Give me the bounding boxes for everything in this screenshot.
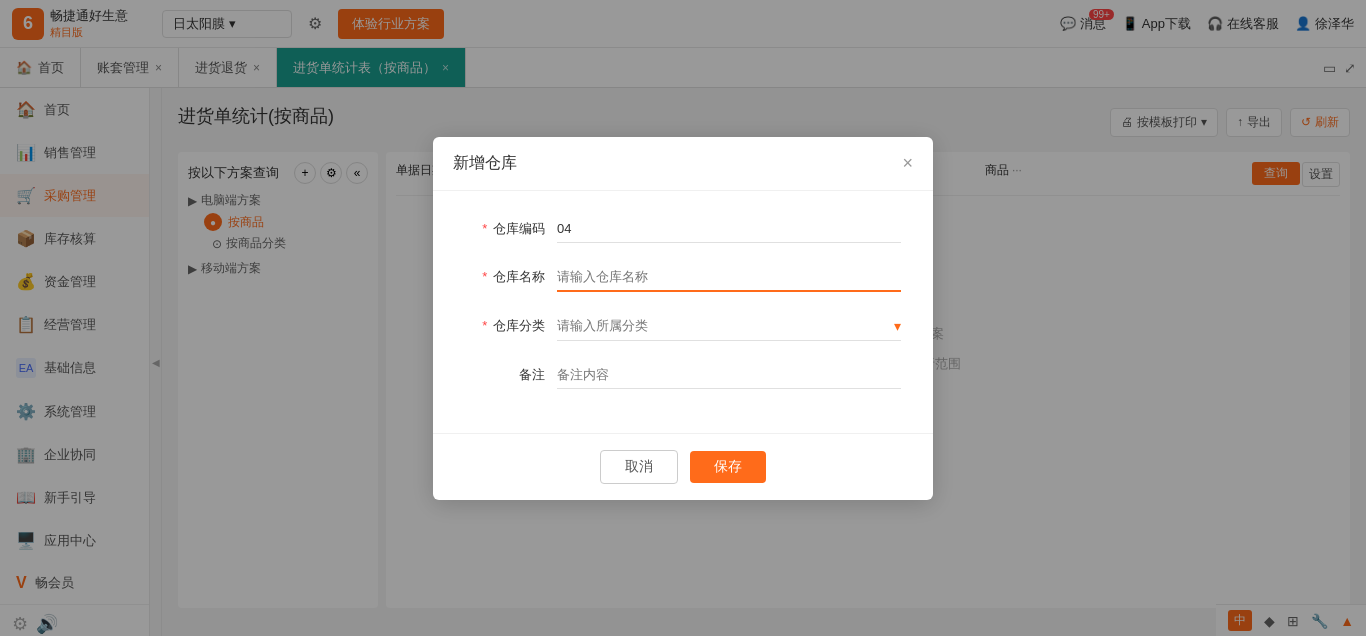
select-arrow-icon: ▾ bbox=[894, 318, 901, 334]
remark-label: 备注 bbox=[465, 366, 545, 384]
code-label: * 仓库编码 bbox=[465, 220, 545, 238]
save-button[interactable]: 保存 bbox=[690, 451, 766, 483]
new-warehouse-dialog: 新增仓库 × * 仓库编码 * 仓库名称 bbox=[433, 137, 933, 500]
dialog-header: 新增仓库 × bbox=[433, 137, 933, 191]
form-row-code: * 仓库编码 bbox=[465, 215, 901, 243]
dialog-overlay: 新增仓库 × * 仓库编码 * 仓库名称 bbox=[0, 0, 1366, 636]
name-label: * 仓库名称 bbox=[465, 268, 545, 286]
cancel-button[interactable]: 取消 bbox=[600, 450, 678, 484]
form-row-category: * 仓库分类 ▾ bbox=[465, 312, 901, 341]
dialog-body: * 仓库编码 * 仓库名称 * 仓库分类 bbox=[433, 191, 933, 433]
form-row-remark: 备注 bbox=[465, 361, 901, 389]
dialog-close-button[interactable]: × bbox=[902, 153, 913, 174]
dialog-footer: 取消 保存 bbox=[433, 433, 933, 500]
required-mark: * bbox=[482, 269, 487, 284]
dialog-title: 新增仓库 bbox=[453, 153, 517, 174]
name-input[interactable] bbox=[557, 263, 901, 292]
category-select[interactable]: ▾ bbox=[557, 312, 901, 341]
code-input[interactable] bbox=[557, 215, 901, 243]
category-label: * 仓库分类 bbox=[465, 317, 545, 335]
category-input[interactable] bbox=[557, 318, 894, 333]
remark-input[interactable] bbox=[557, 361, 901, 389]
required-mark: * bbox=[482, 318, 487, 333]
form-row-name: * 仓库名称 bbox=[465, 263, 901, 292]
required-mark: * bbox=[482, 221, 487, 236]
